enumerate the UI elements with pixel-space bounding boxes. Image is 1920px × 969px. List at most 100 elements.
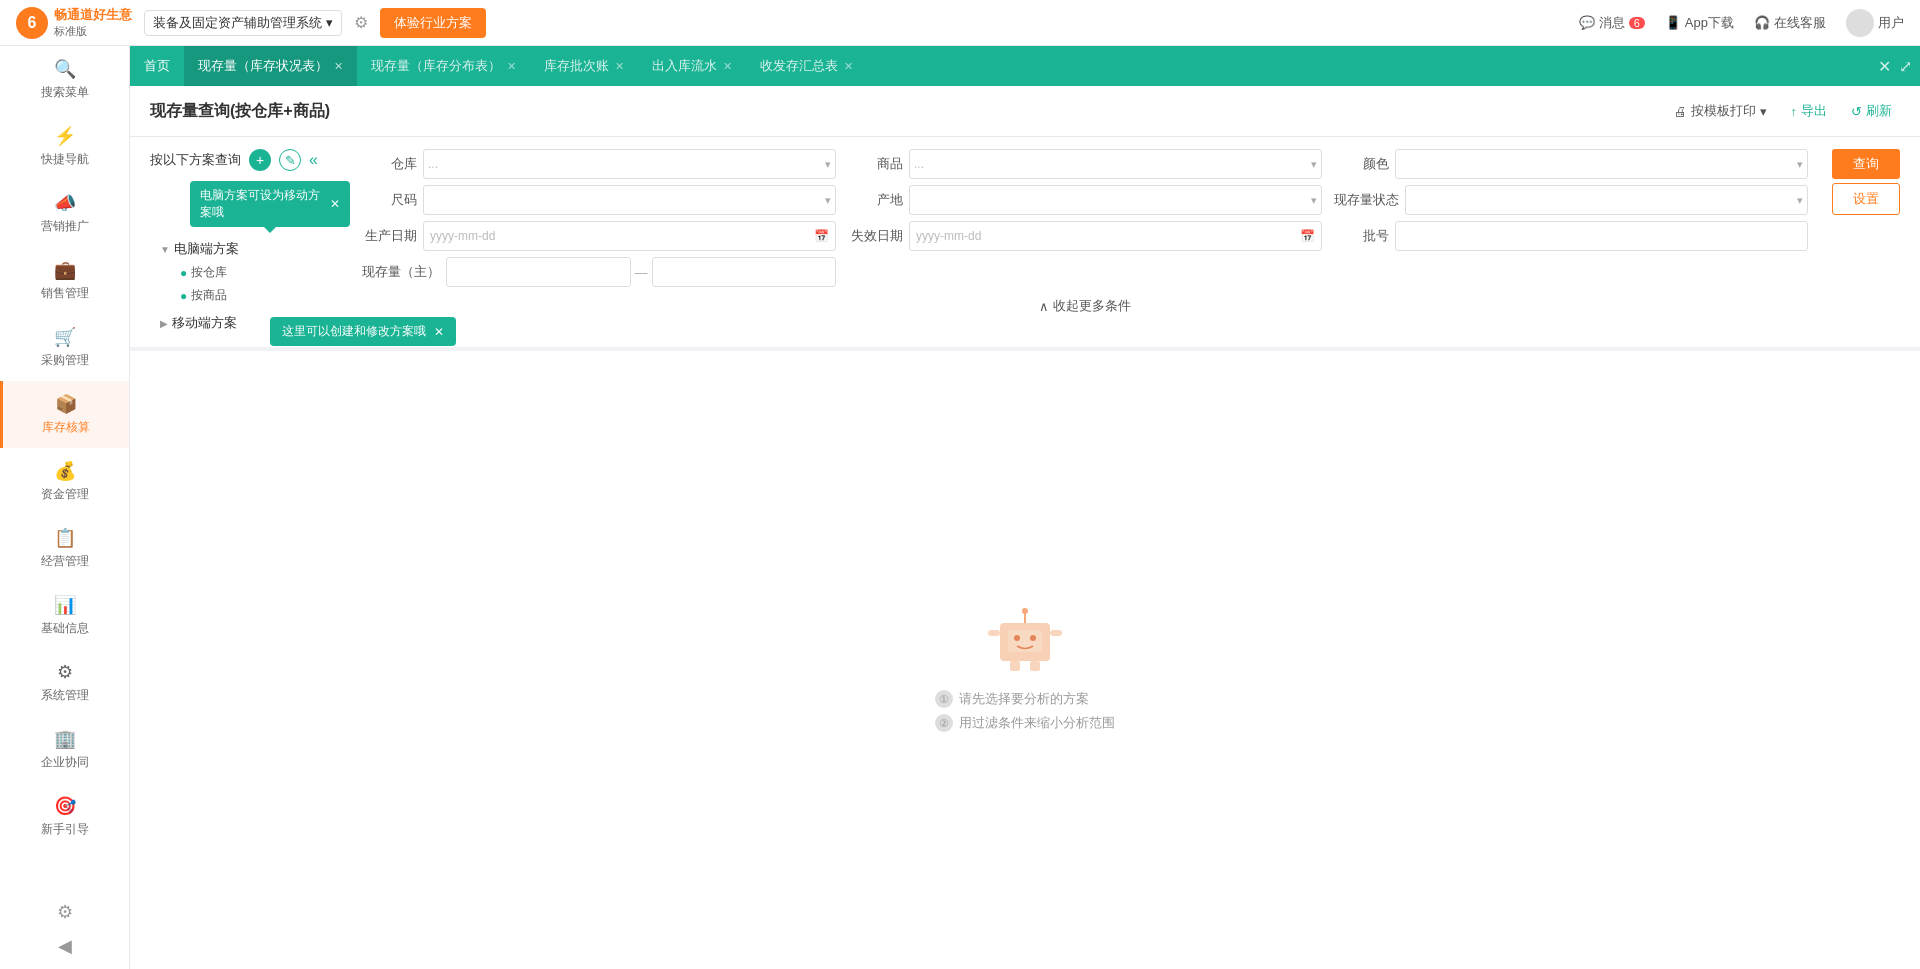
gear-icon[interactable]: ⚙ — [354, 13, 368, 32]
sidebar-label-quick-nav: 快捷导航 — [41, 151, 89, 168]
warehouse-field-label: 仓库 — [362, 155, 417, 173]
inventory-icon: 📦 — [55, 393, 77, 415]
tab-close-all-icon[interactable]: ✕ — [1878, 57, 1891, 76]
tab-collect-summary[interactable]: 收发存汇总表 ✕ — [746, 46, 867, 86]
sidebar-item-sales[interactable]: 💼 销售管理 — [0, 247, 129, 314]
system-name-selector[interactable]: 装备及固定资产辅助管理系统 ▾ — [144, 10, 342, 36]
guide-icon: 🎯 — [54, 795, 76, 817]
basic-icon: 📊 — [54, 594, 76, 616]
batch-field-label: 批号 — [1334, 227, 1389, 245]
filter-header-label: 按以下方案查询 — [150, 151, 241, 169]
filter-add-button[interactable]: + — [249, 149, 271, 171]
stock-main-from-input[interactable] — [446, 257, 631, 287]
filter-field-origin: 产地 ▾ — [848, 185, 1322, 215]
stock-main-sep: — — [635, 265, 648, 280]
finance-icon: 💰 — [54, 460, 76, 482]
tab-inventory-dist-close[interactable]: ✕ — [507, 60, 516, 73]
warehouse-select[interactable]: ... ▾ — [423, 149, 836, 179]
operations-icon: 📋 — [54, 527, 76, 549]
size-field-label: 尺码 — [362, 191, 417, 209]
export-label: 导出 — [1801, 102, 1827, 120]
tab-inventory-status-close[interactable]: ✕ — [334, 60, 343, 73]
tab-inventory-status[interactable]: 现存量（库存状况表） ✕ — [184, 46, 357, 86]
tab-inventory-dist[interactable]: 现存量（库存分布表） ✕ — [357, 46, 530, 86]
tab-batch-account-close[interactable]: ✕ — [615, 60, 624, 73]
tab-home[interactable]: 首页 — [130, 57, 184, 75]
tab-batch-account[interactable]: 库存批次账 ✕ — [530, 46, 638, 86]
content-area: 首页 现存量（库存状况表） ✕ 现存量（库存分布表） ✕ 库存批次账 ✕ 出入库… — [130, 46, 1920, 969]
origin-select[interactable]: ▾ — [909, 185, 1322, 215]
sidebar-item-marketing[interactable]: 📣 营销推广 — [0, 180, 129, 247]
sidebar-item-enterprise[interactable]: 🏢 企业协同 — [0, 716, 129, 783]
collapse-btn[interactable]: ∧ 收起更多条件 — [1039, 297, 1131, 315]
sidebar-item-system[interactable]: ⚙ 系统管理 — [0, 649, 129, 716]
headset-icon: 🎧 — [1754, 15, 1770, 30]
tab-maximize-icon[interactable]: ⤢ — [1899, 57, 1912, 76]
sidebar-item-quick-nav[interactable]: ⚡ 快捷导航 — [0, 113, 129, 180]
batch-input[interactable] — [1395, 221, 1808, 251]
filter-field-stock-main: 现存量（主） — — [362, 257, 836, 287]
sidebar-item-purchase[interactable]: 🛒 采购管理 — [0, 314, 129, 381]
page-actions: 🖨 按模板打印 ▾ ↑ 导出 ↺ 刷新 — [1666, 98, 1901, 124]
user-item[interactable]: 用户 — [1846, 9, 1904, 37]
tooltip2-close[interactable]: ✕ — [434, 325, 444, 339]
sidebar-item-basic[interactable]: 📊 基础信息 — [0, 582, 129, 649]
expiry-date-input[interactable]: yyyy-mm-dd 📅 — [909, 221, 1322, 251]
tab-inout-flow-close[interactable]: ✕ — [723, 60, 732, 73]
sidebar-item-inventory[interactable]: 📦 库存核算 — [0, 381, 129, 448]
filter-area: 按以下方案查询 + ✎ « 电脑方案可设为移动方案哦 ✕ — [130, 137, 1920, 347]
megaphone-icon: 📣 — [54, 192, 76, 214]
tooltip1-close[interactable]: ✕ — [330, 197, 340, 211]
sidebar-label-inventory: 库存核算 — [42, 419, 90, 436]
svg-rect-7 — [1050, 630, 1062, 636]
stock-main-to-input[interactable] — [652, 257, 837, 287]
product-select[interactable]: ... ▾ — [909, 149, 1322, 179]
search-icon: 🔍 — [54, 58, 76, 80]
tab-inout-flow[interactable]: 出入库流水 ✕ — [638, 46, 746, 86]
settings-icon[interactable]: ⚙ — [57, 901, 73, 923]
color-select[interactable]: ▾ — [1395, 149, 1808, 179]
enterprise-icon: 🏢 — [54, 728, 76, 750]
filter-row4: 现存量（主） — — [362, 257, 1808, 287]
warehouse-placeholder: ... — [428, 157, 438, 171]
sidebar-label-marketing: 营销推广 — [41, 218, 89, 235]
filter-arrow-button[interactable]: « — [309, 151, 318, 169]
scheme-node-pc[interactable]: ▼ 电脑端方案 — [150, 237, 350, 261]
filter-field-size: 尺码 ▾ — [362, 185, 836, 215]
message-item[interactable]: 💬 消息 6 — [1579, 14, 1645, 32]
sidebar-item-search-menu[interactable]: 🔍 搜索菜单 — [0, 46, 129, 113]
set-button[interactable]: 设置 — [1832, 183, 1900, 215]
tab-collect-summary-close[interactable]: ✕ — [844, 60, 853, 73]
export-btn[interactable]: ↑ 导出 — [1783, 98, 1836, 124]
size-select[interactable]: ▾ — [423, 185, 836, 215]
app-download-item[interactable]: 📱 App下载 — [1665, 14, 1734, 32]
svg-rect-6 — [988, 630, 1000, 636]
filter-edit-button[interactable]: ✎ — [279, 149, 301, 171]
sidebar-item-guide[interactable]: 🎯 新手引导 — [0, 783, 129, 850]
online-service-item[interactable]: 🎧 在线客服 — [1754, 14, 1826, 32]
stock-status-select[interactable]: ▾ — [1405, 185, 1808, 215]
export-icon: ↑ — [1791, 104, 1798, 119]
tab-inout-flow-label: 出入库流水 — [652, 57, 717, 75]
filter-field-color: 颜色 ▾ — [1334, 149, 1808, 179]
prod-date-input[interactable]: yyyy-mm-dd 📅 — [423, 221, 836, 251]
refresh-btn[interactable]: ↺ 刷新 — [1843, 98, 1900, 124]
sidebar-item-finance[interactable]: 💰 资金管理 — [0, 448, 129, 515]
sidebar-bottom: ⚙ ◀ — [0, 889, 129, 969]
stock-status-field-label: 现存量状态 — [1334, 191, 1399, 209]
brand-name: 畅通道好生意 — [54, 7, 132, 24]
sidebar-item-operations[interactable]: 📋 经营管理 — [0, 515, 129, 582]
logo-text: 畅通道好生意 标准版 — [54, 7, 132, 38]
tooltip1-container: 电脑方案可设为移动方案哦 ✕ — [190, 181, 350, 227]
filter-field-expiry-date: 失效日期 yyyy-mm-dd 📅 — [848, 221, 1322, 251]
sidebar: 🔍 搜索菜单 ⚡ 快捷导航 📣 营销推广 💼 销售管理 🛒 采购管理 📦 — [0, 46, 130, 969]
search-button[interactable]: 查询 — [1832, 149, 1900, 179]
collapse-icon[interactable]: ◀ — [58, 935, 72, 957]
scheme-child-product[interactable]: ● 按商品 — [150, 284, 350, 307]
trial-button[interactable]: 体验行业方案 — [380, 8, 486, 38]
stock-status-select-icon: ▾ — [1797, 194, 1803, 207]
tooltip2: 这里可以创建和修改方案哦 ✕ — [270, 317, 456, 346]
print-btn[interactable]: 🖨 按模板打印 ▾ — [1666, 98, 1775, 124]
step1-number: ① — [935, 690, 953, 708]
scheme-child-warehouse[interactable]: ● 按仓库 — [150, 261, 350, 284]
